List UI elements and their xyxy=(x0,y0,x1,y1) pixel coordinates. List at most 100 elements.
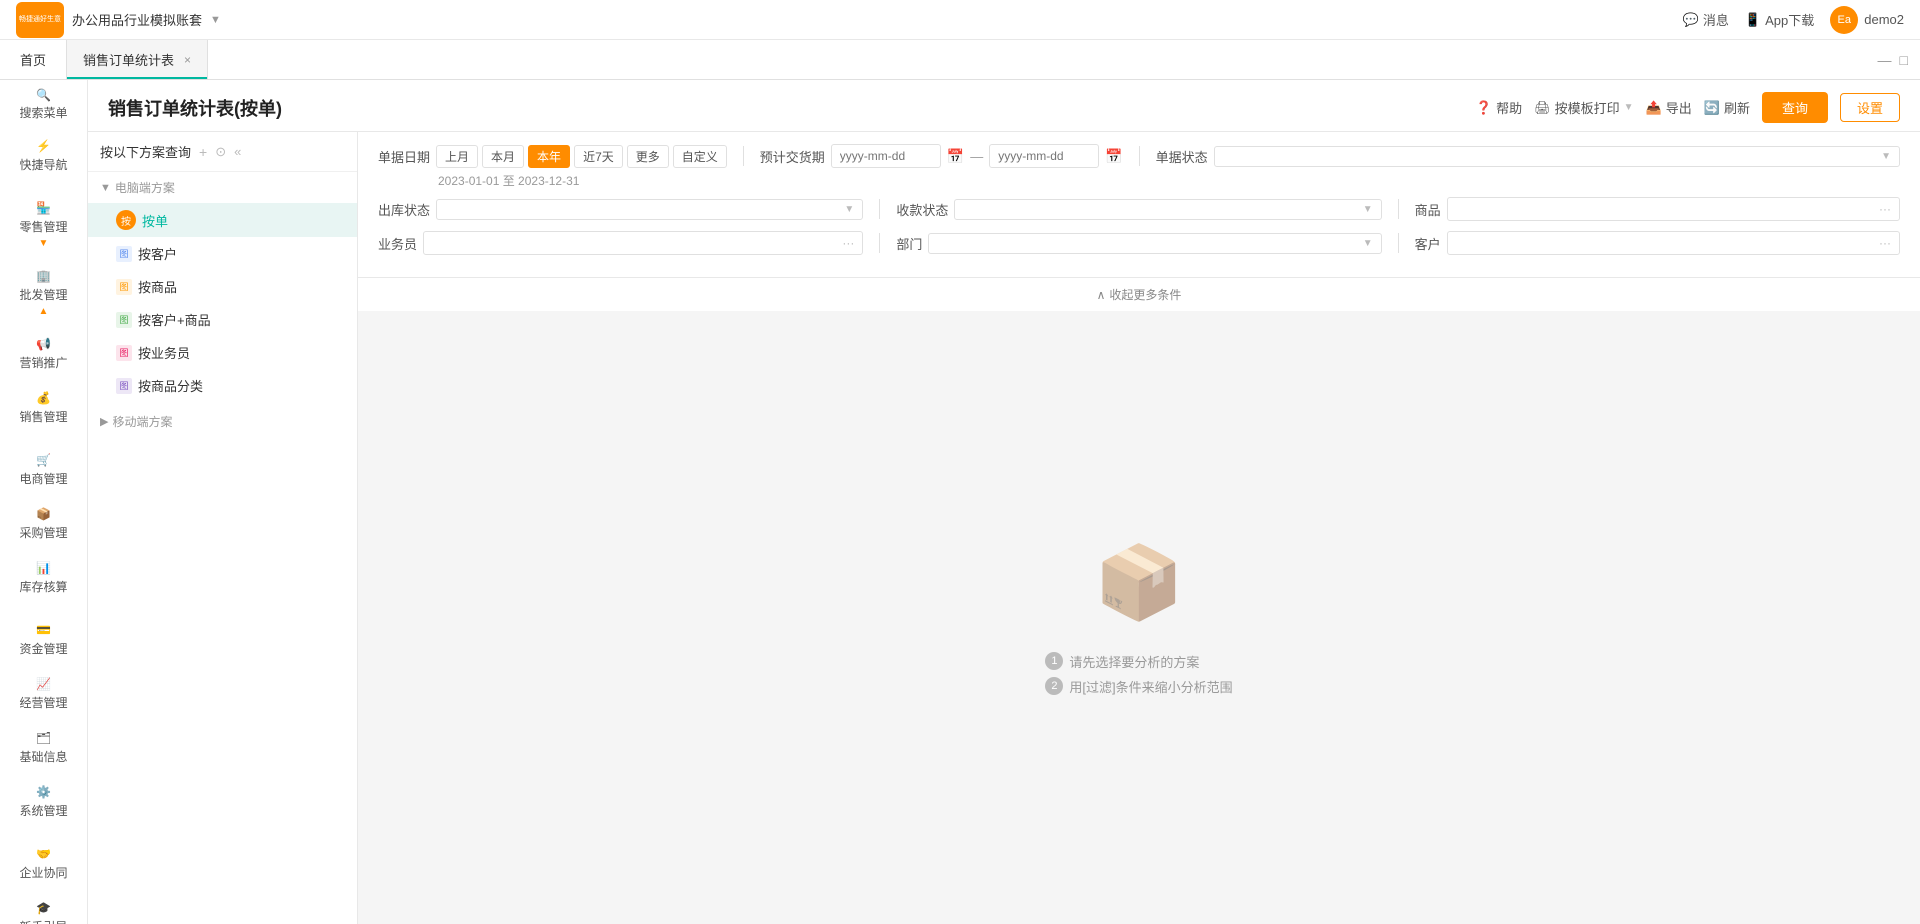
salesperson-select[interactable]: ··· xyxy=(423,231,863,255)
divider-v1 xyxy=(743,146,744,166)
export-button[interactable]: 📤 导出 xyxy=(1646,98,1692,117)
date-btn-thisyear[interactable]: 本年 xyxy=(528,145,570,168)
sidebar-item-newuser[interactable]: 🎓 新手引导 xyxy=(0,891,87,924)
empty-state: 📦 1 请先选择要分析的方案 2 用[过滤]条件来缩小分析范围 xyxy=(358,311,1920,924)
tab-sales-order[interactable]: 销售订单统计表 × xyxy=(67,40,208,79)
tree-section-expand-icon[interactable]: ▼ xyxy=(100,182,111,194)
add-scheme-icon[interactable]: + xyxy=(199,144,207,160)
calendar-icon-start[interactable]: 📅 xyxy=(947,148,964,165)
tree-item-bygoods[interactable]: 图 按商品 xyxy=(88,270,357,303)
app-download-button[interactable]: 📱 App下载 xyxy=(1745,10,1814,29)
sidebar-item-sales[interactable]: 💰 销售管理 xyxy=(0,381,87,435)
goods-select[interactable]: ··· xyxy=(1447,197,1900,221)
tab-home[interactable]: 首页 xyxy=(0,40,67,79)
tab-home-label: 首页 xyxy=(20,50,46,69)
date-label: 单据日期 xyxy=(378,147,430,166)
divider-v6 xyxy=(1398,233,1399,253)
sidebar-item-ecommerce[interactable]: 🛒 电商管理 xyxy=(0,443,87,497)
filter-row-1: 单据日期 上月 本月 本年 近7天 更多 自定义 xyxy=(378,144,1900,168)
left-filter-header: 按以下方案查询 + ⊙ « xyxy=(88,132,357,172)
sidebar-item-retail[interactable]: 🏪 零售管理 ▼ xyxy=(0,191,87,259)
tree-mobile-expand-icon[interactable]: ▶ xyxy=(100,415,108,428)
dept-dropdown-icon: ▼ xyxy=(1363,238,1373,249)
outstatus-label: 出库状态 xyxy=(378,200,430,219)
message-icon: 💬 xyxy=(1683,12,1699,28)
status-select[interactable]: ▼ xyxy=(1214,146,1900,167)
expected-date-start[interactable] xyxy=(831,144,941,168)
help-button[interactable]: ❓ 帮助 xyxy=(1476,98,1522,117)
body-area: 按以下方案查询 + ⊙ « ▼ 电脑端方案 按 按单 图 按客户 xyxy=(88,132,1920,924)
sidebar-item-marketing[interactable]: 📢 营销推广 xyxy=(0,327,87,381)
sidebar-item-basic[interactable]: 🗂 基础信息 xyxy=(0,721,87,775)
divider-v2 xyxy=(1139,146,1140,166)
tree-item-bycustomer[interactable]: 图 按客户 xyxy=(88,237,357,270)
collectstatus-select[interactable]: ▼ xyxy=(954,199,1381,220)
bycustomer-icon: 图 xyxy=(116,246,132,262)
sidebar-item-quicknav[interactable]: ⚡ 快捷导航 xyxy=(0,129,87,183)
page-title: 销售订单统计表(按单) xyxy=(108,95,282,121)
content-area: 销售订单统计表(按单) ❓ 帮助 🖨 按模板打印 ▼ 📤 导出 🔄 刷新 xyxy=(88,80,1920,924)
date-btn-custom[interactable]: 自定义 xyxy=(673,145,727,168)
customer-dots: ··· xyxy=(1879,236,1891,250)
date-btn-thismonth[interactable]: 本月 xyxy=(482,145,524,168)
expected-date-end[interactable] xyxy=(989,144,1099,168)
collapse-bar[interactable]: ∧ 收起更多条件 xyxy=(358,277,1920,311)
sidebar-purchase-label: 采购管理 xyxy=(19,524,67,541)
basic-icon: 🗂 xyxy=(36,731,51,745)
edit-scheme-icon[interactable]: ⊙ xyxy=(215,144,226,160)
operations-icon: 📈 xyxy=(36,677,51,691)
salesperson-label: 业务员 xyxy=(378,234,417,253)
refresh-button[interactable]: 🔄 刷新 xyxy=(1704,98,1750,117)
date-btn-lastmonth[interactable]: 上月 xyxy=(436,145,478,168)
retail-icon: 🏪 xyxy=(36,201,51,215)
sidebar-item-operations[interactable]: 📈 经营管理 xyxy=(0,667,87,721)
customer-label: 客户 xyxy=(1415,234,1441,253)
tree-item-byorder[interactable]: 按 按单 xyxy=(88,203,357,237)
sidebar-item-finance[interactable]: 💳 资金管理 xyxy=(0,613,87,667)
sidebar-item-purchase[interactable]: 📦 采购管理 xyxy=(0,497,87,551)
tree-item-bysalesperson[interactable]: 图 按业务员 xyxy=(88,336,357,369)
inventory-icon: 📊 xyxy=(36,561,51,575)
tree-item-bygoods-label: 按商品 xyxy=(138,277,177,296)
empty-tips: 1 请先选择要分析的方案 2 用[过滤]条件来缩小分析范围 xyxy=(1045,652,1232,696)
goods-dots: ··· xyxy=(1879,202,1891,216)
page-actions: ❓ 帮助 🖨 按模板打印 ▼ 📤 导出 🔄 刷新 查询 设置 xyxy=(1476,92,1900,123)
message-button[interactable]: 💬 消息 xyxy=(1683,10,1729,29)
sidebar-inventory-label: 库存核算 xyxy=(19,578,67,595)
sidebar-item-system[interactable]: ⚙️ 系统管理 xyxy=(0,775,87,829)
print-button[interactable]: 🖨 按模板打印 ▼ xyxy=(1534,98,1633,117)
tree-item-bycustomergoods[interactable]: 图 按客户+商品 xyxy=(88,303,357,336)
date-dash: — xyxy=(970,149,983,164)
user-area[interactable]: Ea demo2 xyxy=(1830,6,1904,34)
sidebar-item-inventory[interactable]: 📊 库存核算 xyxy=(0,551,87,605)
date-btn-more[interactable]: 更多 xyxy=(627,145,669,168)
salesperson-dots: ··· xyxy=(842,236,854,250)
dept-select[interactable]: ▼ xyxy=(928,233,1381,254)
message-label: 消息 xyxy=(1703,10,1729,29)
tab-close-icon[interactable]: × xyxy=(184,53,191,67)
setting-button[interactable]: 设置 xyxy=(1840,93,1900,122)
sidebar-item-wholesale[interactable]: 🏢 批发管理 ▲ xyxy=(0,259,87,327)
sidebar-marketing-label: 营销推广 xyxy=(19,354,67,371)
collapse-filter-icon[interactable]: « xyxy=(234,144,241,159)
tab-maximize-icon[interactable]: □ xyxy=(1900,52,1908,68)
customer-select[interactable]: ··· xyxy=(1447,231,1900,255)
query-button[interactable]: 查询 xyxy=(1762,92,1828,123)
title-dropdown-icon[interactable]: ▼ xyxy=(210,14,221,26)
calendar-icon-end[interactable]: 📅 xyxy=(1105,148,1122,165)
help-icon: ❓ xyxy=(1476,100,1492,116)
tree-item-bycategory[interactable]: 图 按商品分类 xyxy=(88,369,357,402)
sidebar-item-enterprise[interactable]: 🤝 企业协同 xyxy=(0,837,87,891)
date-range-text: 2023-01-01 至 2023-12-31 xyxy=(438,174,579,188)
bygoods-icon: 图 xyxy=(116,279,132,295)
outstatus-select[interactable]: ▼ xyxy=(436,199,863,220)
date-btn-7days[interactable]: 近7天 xyxy=(574,145,623,168)
app-title: 办公用品行业模拟账套 xyxy=(72,10,202,29)
print-dropdown-icon: ▼ xyxy=(1624,102,1634,113)
divider-v3 xyxy=(879,199,880,219)
sidebar-wholesale-label: 批发管理 xyxy=(19,286,67,303)
sidebar-enterprise-label: 企业协同 xyxy=(19,864,67,881)
filter-outstatus-group: 出库状态 ▼ xyxy=(378,199,863,220)
tab-minimize-icon[interactable]: — xyxy=(1878,52,1892,68)
sidebar-item-search[interactable]: 🔍 搜索菜单 xyxy=(0,80,87,129)
